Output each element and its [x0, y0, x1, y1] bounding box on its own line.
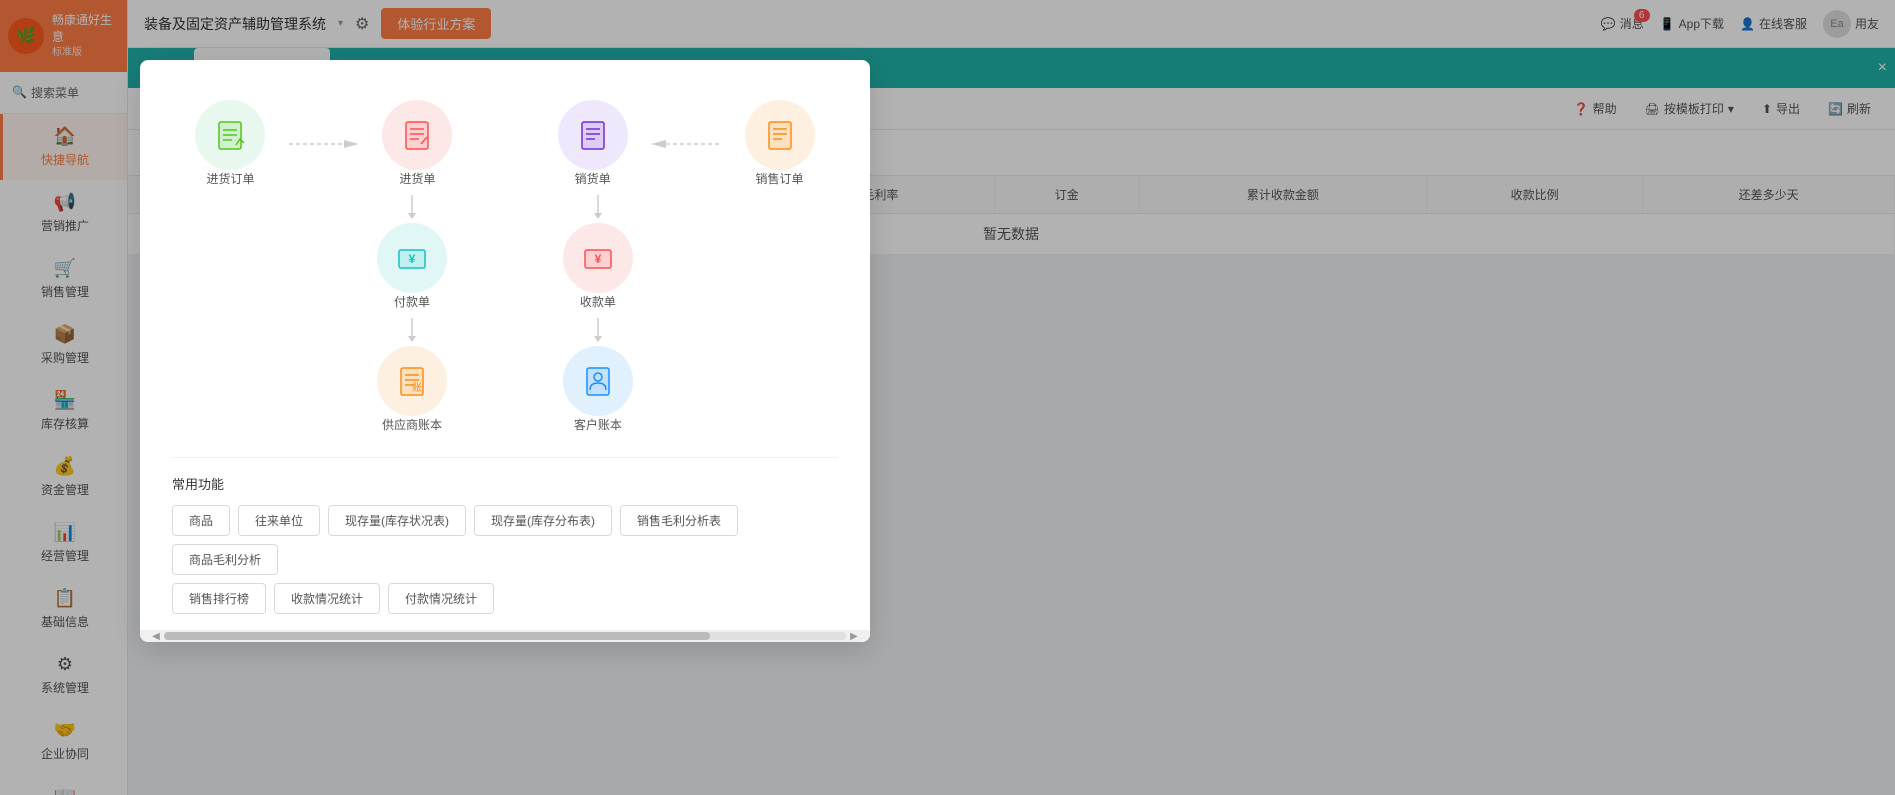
modal-overlay[interactable]: 进货订单	[128, 0, 1895, 795]
flow-diagram: 进货订单	[172, 84, 838, 457]
modal-scrollbar: ◀ ▶	[140, 630, 870, 642]
spacer-middle	[474, 195, 536, 219]
spacer-right	[714, 195, 838, 219]
receipt-col: ¥ 收款单	[536, 223, 660, 310]
spacer-conn1	[296, 195, 350, 219]
func-btn-stock-dist[interactable]: 现存量(库存分布表)	[474, 505, 612, 536]
svg-text:¥: ¥	[409, 252, 416, 266]
customer-arrow	[536, 318, 660, 342]
spacer-left	[172, 195, 296, 219]
func-buttons-row2: 销售排行榜 收款情况统计 付款情况统计	[172, 583, 838, 614]
sales-order-node[interactable]	[745, 100, 815, 170]
purchase-order-node[interactable]	[195, 100, 265, 170]
supplier-arrow	[350, 318, 474, 342]
supplier-ledger-col: 账 供应商账本	[350, 346, 474, 433]
payment-node[interactable]: ¥	[377, 223, 447, 293]
payment-col-arrows	[350, 195, 474, 219]
func-btn-stock-status[interactable]: 现存量(库存状况表)	[328, 505, 466, 536]
scrollbar-right-arrow[interactable]: ▶	[846, 628, 862, 642]
func-btn-partner[interactable]: 往来单位	[238, 505, 320, 536]
svg-text:¥: ¥	[595, 252, 602, 266]
customer-ledger-col: 客户账本	[536, 346, 660, 433]
scrollbar-thumb	[164, 632, 710, 640]
flow-middle-arrows	[172, 195, 838, 219]
func-btn-sales-margin[interactable]: 销售毛利分析表	[620, 505, 738, 536]
purchase-bill-node[interactable]	[382, 100, 452, 170]
flow-third-row: 账 供应商账本	[172, 346, 838, 433]
customer-ledger-node[interactable]	[563, 346, 633, 416]
flow-third-arrows	[172, 318, 838, 342]
sales-bill-col: 销货单	[534, 100, 651, 187]
arrow-right-1	[289, 136, 359, 152]
spacer-c3a	[296, 318, 350, 342]
arrow-left-1	[651, 136, 721, 152]
func-btn-product-margin[interactable]: 商品毛利分析	[172, 544, 278, 575]
spacer-c3b	[660, 318, 714, 342]
modal-body: 进货订单	[140, 60, 870, 630]
supplier-ledger-node[interactable]: 账	[377, 346, 447, 416]
func-btn-payment-stats[interactable]: 付款情况统计	[388, 583, 494, 614]
scrollbar-track[interactable]	[164, 632, 846, 640]
purchase-order-col: 进货订单	[172, 100, 289, 187]
spacer-conn2	[660, 195, 714, 219]
spacer-l3	[172, 318, 296, 342]
payment-col: ¥ 付款单	[350, 223, 474, 310]
flow-modal: 进货订单	[140, 60, 870, 642]
main-area: 装备及固定资产辅助管理系统 ▾ ⚙ 体验行业方案 💬 消息 6 📱 App下载 …	[128, 0, 1895, 795]
svg-text:账: 账	[412, 382, 422, 394]
sales-bill-node[interactable]	[558, 100, 628, 170]
func-btn-receipt-stats[interactable]: 收款情况统计	[274, 583, 380, 614]
receipt-col-arrows	[536, 195, 660, 219]
common-functions-title: 常用功能	[172, 474, 838, 493]
spacer-r3	[714, 318, 838, 342]
purchase-bill-col: 进货单	[359, 100, 476, 187]
flow-top-row: 进货订单	[172, 100, 838, 187]
common-functions: 常用功能 商品 往来单位 现存量(库存状况表) 现存量(库存分布表) 销售毛利分…	[172, 457, 838, 614]
scrollbar-left-arrow[interactable]: ◀	[148, 628, 164, 642]
flow-second-row: ¥ 付款单	[172, 223, 838, 310]
sales-order-col: 销售订单	[721, 100, 838, 187]
receipt-node[interactable]: ¥	[563, 223, 633, 293]
func-btn-sales-rank[interactable]: 销售排行榜	[172, 583, 266, 614]
func-buttons-row1: 商品 往来单位 现存量(库存状况表) 现存量(库存分布表) 销售毛利分析表 商品…	[172, 505, 838, 575]
func-btn-product[interactable]: 商品	[172, 505, 230, 536]
spacer-m3	[474, 318, 536, 342]
